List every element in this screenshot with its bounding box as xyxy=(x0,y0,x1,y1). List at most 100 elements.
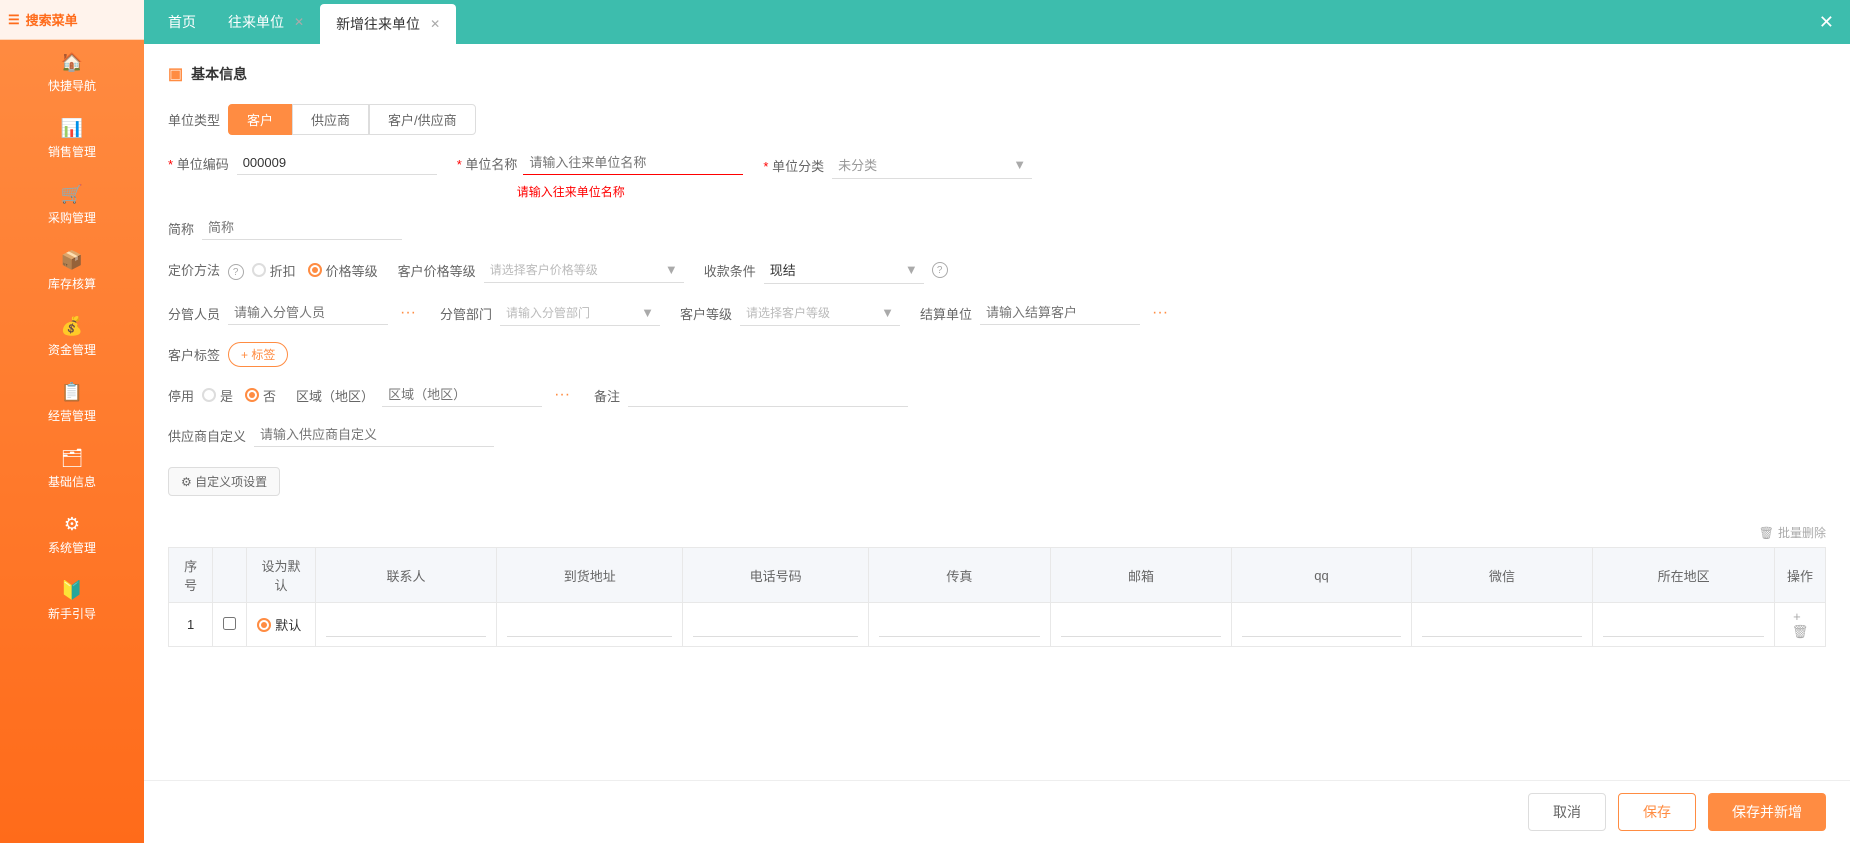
pricing-method-tooltip[interactable]: ? xyxy=(228,264,244,280)
cell-wechat[interactable] xyxy=(1411,603,1593,647)
tab-bar-close-btn[interactable]: ✕ xyxy=(1811,0,1842,44)
unit-name-label: * 单位名称 xyxy=(457,154,518,173)
pricing-method-group: 定价方法 ? 折扣 价格等级 xyxy=(168,260,378,281)
unit-type-supplier[interactable]: 供应商 xyxy=(292,104,369,135)
batch-delete-btn[interactable]: 🗑 批量删除 xyxy=(1759,524,1826,541)
cell-seq: 1 xyxy=(169,603,213,647)
row-checkbox[interactable] xyxy=(223,617,236,630)
tab-home-label: 首页 xyxy=(168,12,196,32)
supervisor-more-btn[interactable]: ··· xyxy=(396,304,420,322)
sidebar-item-base-info[interactable]: 🗂 基础信息 xyxy=(0,436,144,502)
supplier-custom-label: 供应商自定义 xyxy=(168,426,246,445)
cell-check[interactable] xyxy=(213,603,247,647)
abbr-input[interactable] xyxy=(202,216,402,240)
department-dropdown[interactable]: 请输入分管部门 ▼ xyxy=(500,300,660,326)
unit-type-row: 单位类型 客户 供应商 客户/供应商 xyxy=(168,104,1826,135)
unit-type-label: 单位类型 xyxy=(168,110,220,129)
tab-bar: 首页 往来单位 ✕ 新增往来单位 ✕ ✕ xyxy=(144,0,1850,44)
contact-input[interactable] xyxy=(326,613,487,637)
row-delete-btn[interactable]: 🗑 xyxy=(1792,624,1809,639)
payment-terms-tooltip[interactable]: ? xyxy=(932,262,948,278)
tab-home[interactable]: 首页 xyxy=(152,0,212,44)
phone-input[interactable] xyxy=(693,613,858,637)
supervisor-group: 分管人员 ··· xyxy=(168,301,420,325)
customer-price-level-dropdown[interactable]: 请选择客户价格等级 ▼ xyxy=(484,257,684,283)
cell-qq[interactable] xyxy=(1232,603,1411,647)
cancel-button[interactable]: 取消 xyxy=(1528,793,1606,831)
cell-phone[interactable] xyxy=(683,603,869,647)
cell-address[interactable] xyxy=(497,603,683,647)
system-icon: ⚙ xyxy=(64,514,80,535)
row-add-btn[interactable]: + xyxy=(1793,609,1801,624)
cell-contact[interactable] xyxy=(315,603,497,647)
tab-new-partner[interactable]: 新增往来单位 ✕ xyxy=(320,4,456,44)
fax-input[interactable] xyxy=(879,613,1040,637)
sidebar-label-sales: 销售管理 xyxy=(48,143,96,160)
cell-email[interactable] xyxy=(1050,603,1232,647)
add-tag-label: + 标签 xyxy=(241,346,275,363)
tab-partner-close[interactable]: ✕ xyxy=(294,15,304,29)
sidebar-item-system[interactable]: ⚙ 系统管理 xyxy=(0,502,144,568)
remark-group: 备注 xyxy=(594,383,908,407)
payment-terms-value: 现结 xyxy=(770,260,796,279)
add-tag-button[interactable]: + 标签 xyxy=(228,342,288,367)
settlement-unit-label: 结算单位 xyxy=(920,304,972,323)
home-icon: 🏠 xyxy=(61,52,83,73)
sidebar-item-finance[interactable]: 💰 资金管理 xyxy=(0,304,144,370)
default-radio[interactable] xyxy=(257,618,271,632)
sidebar-search[interactable]: ☰ 搜索菜单 xyxy=(0,0,144,40)
tab-new-partner-close[interactable]: ✕ xyxy=(430,17,440,31)
wechat-input[interactable] xyxy=(1422,613,1583,637)
region-more-btn[interactable]: ··· xyxy=(550,386,574,404)
tab-partner-label: 往来单位 xyxy=(228,12,284,32)
payment-terms-dropdown[interactable]: 现结 ▼ xyxy=(764,256,924,284)
remark-input[interactable] xyxy=(628,383,908,407)
customer-level-label: 客户等级 xyxy=(680,304,732,323)
unit-category-dropdown[interactable]: 未分类 ▼ xyxy=(832,151,1032,179)
disabled-no[interactable]: 否 xyxy=(245,386,276,405)
disabled-radio-group: 是 否 xyxy=(202,386,276,405)
supervisor-label: 分管人员 xyxy=(168,304,220,323)
sidebar-item-inventory[interactable]: 📦 库存核算 xyxy=(0,238,144,304)
supplier-custom-group: 供应商自定义 xyxy=(168,423,494,447)
unit-type-both[interactable]: 客户/供应商 xyxy=(369,104,476,135)
department-placeholder: 请输入分管部门 xyxy=(506,304,590,321)
sidebar-item-sales[interactable]: 📊 销售管理 xyxy=(0,106,144,172)
email-input[interactable] xyxy=(1061,613,1222,637)
unit-type-buttons: 客户 供应商 客户/供应商 xyxy=(228,104,476,135)
address-input[interactable] xyxy=(507,613,672,637)
customer-level-dropdown[interactable]: 请选择客户等级 ▼ xyxy=(740,300,900,326)
save-new-button[interactable]: 保存并新增 xyxy=(1708,793,1826,831)
sidebar-item-purchase[interactable]: 🛒 采购管理 xyxy=(0,172,144,238)
unit-code-input[interactable] xyxy=(237,151,437,175)
sidebar-label-guide: 新手引导 xyxy=(48,605,96,622)
cell-region[interactable] xyxy=(1593,603,1775,647)
pricing-method-radio-group: 折扣 价格等级 xyxy=(252,261,378,280)
sidebar-item-guide[interactable]: 🔰 新手引导 xyxy=(0,568,144,634)
tab-partner[interactable]: 往来单位 ✕ xyxy=(212,0,320,44)
batch-delete-icon: 🗑 xyxy=(1759,526,1774,540)
settlement-unit-input[interactable] xyxy=(980,301,1140,325)
custom-settings-row: ⚙ 自定义项设置 xyxy=(168,467,1826,496)
unit-name-input[interactable] xyxy=(523,151,743,175)
col-email: 邮箱 xyxy=(1050,548,1232,603)
chevron-down-icon: ▼ xyxy=(1013,157,1026,172)
col-wechat: 微信 xyxy=(1411,548,1593,603)
disabled-yes[interactable]: 是 xyxy=(202,386,233,405)
pricing-method-price-level[interactable]: 价格等级 xyxy=(308,261,378,280)
region-input[interactable] xyxy=(382,383,542,407)
sidebar-item-operations[interactable]: 📋 经营管理 xyxy=(0,370,144,436)
abbr-label: 简称 xyxy=(168,219,194,238)
supplier-custom-input[interactable] xyxy=(254,423,494,447)
unit-type-customer[interactable]: 客户 xyxy=(228,104,292,135)
custom-settings-btn[interactable]: ⚙ 自定义项设置 xyxy=(168,467,280,496)
supervisor-input[interactable] xyxy=(228,301,388,325)
sidebar-item-quick-nav[interactable]: 🏠 快捷导航 xyxy=(0,40,144,106)
cell-fax[interactable] xyxy=(869,603,1051,647)
pricing-method-discount[interactable]: 折扣 xyxy=(252,261,296,280)
region-table-input[interactable] xyxy=(1603,613,1764,637)
qq-input[interactable] xyxy=(1242,613,1400,637)
settlement-unit-more-btn[interactable]: ··· xyxy=(1148,304,1172,322)
inventory-icon: 📦 xyxy=(61,250,83,271)
save-button[interactable]: 保存 xyxy=(1618,793,1696,831)
